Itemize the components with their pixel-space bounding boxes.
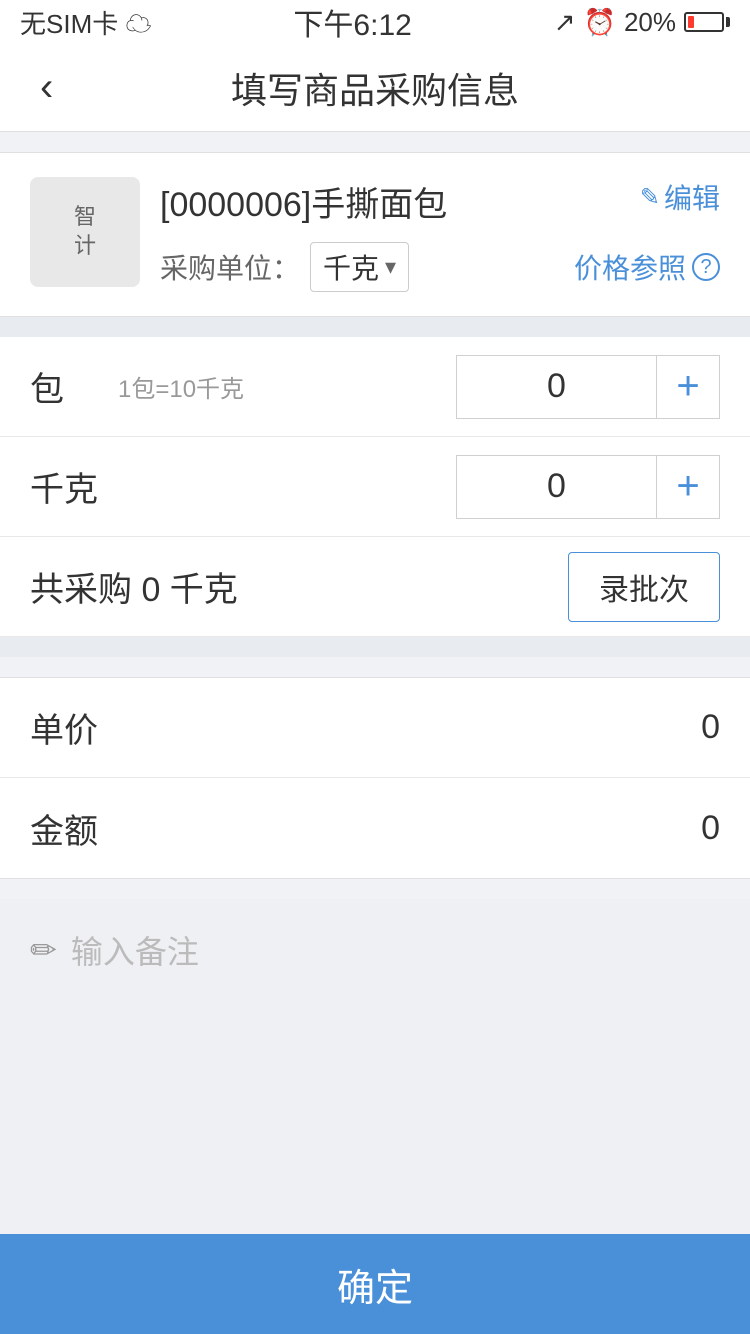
info-icon: ?	[692, 253, 720, 281]
battery-icon	[684, 12, 730, 32]
page-title: 填写商品采购信息	[231, 62, 519, 114]
status-left: 无SIM卡 ☁	[20, 4, 151, 41]
kilogram-input[interactable]	[456, 455, 656, 519]
pencil-icon: ✏	[30, 931, 57, 969]
edit-label: 编辑	[664, 177, 720, 217]
package-label: 包	[30, 362, 110, 411]
notes-placeholder: 输入备注	[71, 927, 199, 973]
package-plus-button[interactable]: +	[656, 355, 720, 419]
unit-label: 采购单位：	[160, 247, 300, 287]
summary-text: 共采购 0 千克	[30, 562, 238, 611]
package-sublabel: 1包=10千克	[118, 369, 244, 404]
product-card: 智 计 [0000006]手撕面包 ✎ 编辑 采购单位： 千克 ▾ 价格参照 ?	[0, 152, 750, 317]
confirm-button[interactable]: 确定	[0, 1234, 750, 1334]
summary-row: 共采购 0 千克 录批次	[0, 537, 750, 637]
unit-price-row: 单价 0	[0, 678, 750, 778]
kilogram-label: 千克	[30, 462, 110, 511]
back-button[interactable]: ‹	[30, 55, 63, 120]
unit-price-label: 单价	[30, 703, 98, 752]
no-sim-text: 无SIM卡 ☁	[20, 4, 151, 41]
nav-bar: ‹ 填写商品采购信息	[0, 44, 750, 132]
chevron-down-icon: ▾	[385, 254, 396, 280]
alarm-icon: ⏰	[584, 7, 616, 38]
product-info: [0000006]手撕面包 ✎ 编辑 采购单位： 千克 ▾ 价格参照 ?	[160, 177, 720, 292]
location-icon: ↗	[554, 7, 576, 38]
unit-select[interactable]: 千克 ▾	[310, 242, 409, 292]
product-unit-row: 采购单位： 千克 ▾ 价格参照 ?	[160, 242, 720, 292]
status-right: ↗ ⏰ 20%	[554, 7, 730, 38]
record-batch-button[interactable]: 录批次	[568, 552, 720, 622]
price-ref-label: 价格参照	[574, 247, 686, 287]
kilogram-input-group: +	[456, 455, 720, 519]
status-time: 下午6:12	[293, 0, 411, 44]
product-name-row: [0000006]手撕面包 ✎ 编辑	[160, 177, 720, 226]
kilogram-row: 千克 +	[0, 437, 750, 537]
status-bar: 无SIM卡 ☁ 下午6:12 ↗ ⏰ 20%	[0, 0, 750, 44]
edit-button[interactable]: ✎ 编辑	[640, 177, 720, 217]
notes-section[interactable]: ✏ 输入备注	[0, 899, 750, 1001]
amount-row: 金额 0	[0, 778, 750, 878]
package-input[interactable]	[456, 355, 656, 419]
input-section: 包 1包=10千克 + 千克 + 共采购 0 千克 录批次	[0, 337, 750, 637]
product-name: [0000006]手撕面包	[160, 177, 447, 226]
section-divider-2	[0, 637, 750, 657]
unit-price-value: 0	[701, 708, 720, 747]
product-thumbnail: 智 计	[30, 177, 140, 287]
price-section: 单价 0 金额 0	[0, 677, 750, 879]
battery-percent: 20%	[624, 7, 676, 38]
product-logo: 智 计	[74, 203, 96, 260]
edit-icon: ✎	[640, 183, 660, 212]
amount-label: 金额	[30, 804, 98, 853]
package-input-group: +	[456, 355, 720, 419]
package-row: 包 1包=10千克 +	[0, 337, 750, 437]
amount-value: 0	[701, 809, 720, 848]
unit-value: 千克	[323, 247, 379, 287]
price-ref-button[interactable]: 价格参照 ?	[574, 247, 720, 287]
kilogram-plus-button[interactable]: +	[656, 455, 720, 519]
section-divider-1	[0, 317, 750, 337]
